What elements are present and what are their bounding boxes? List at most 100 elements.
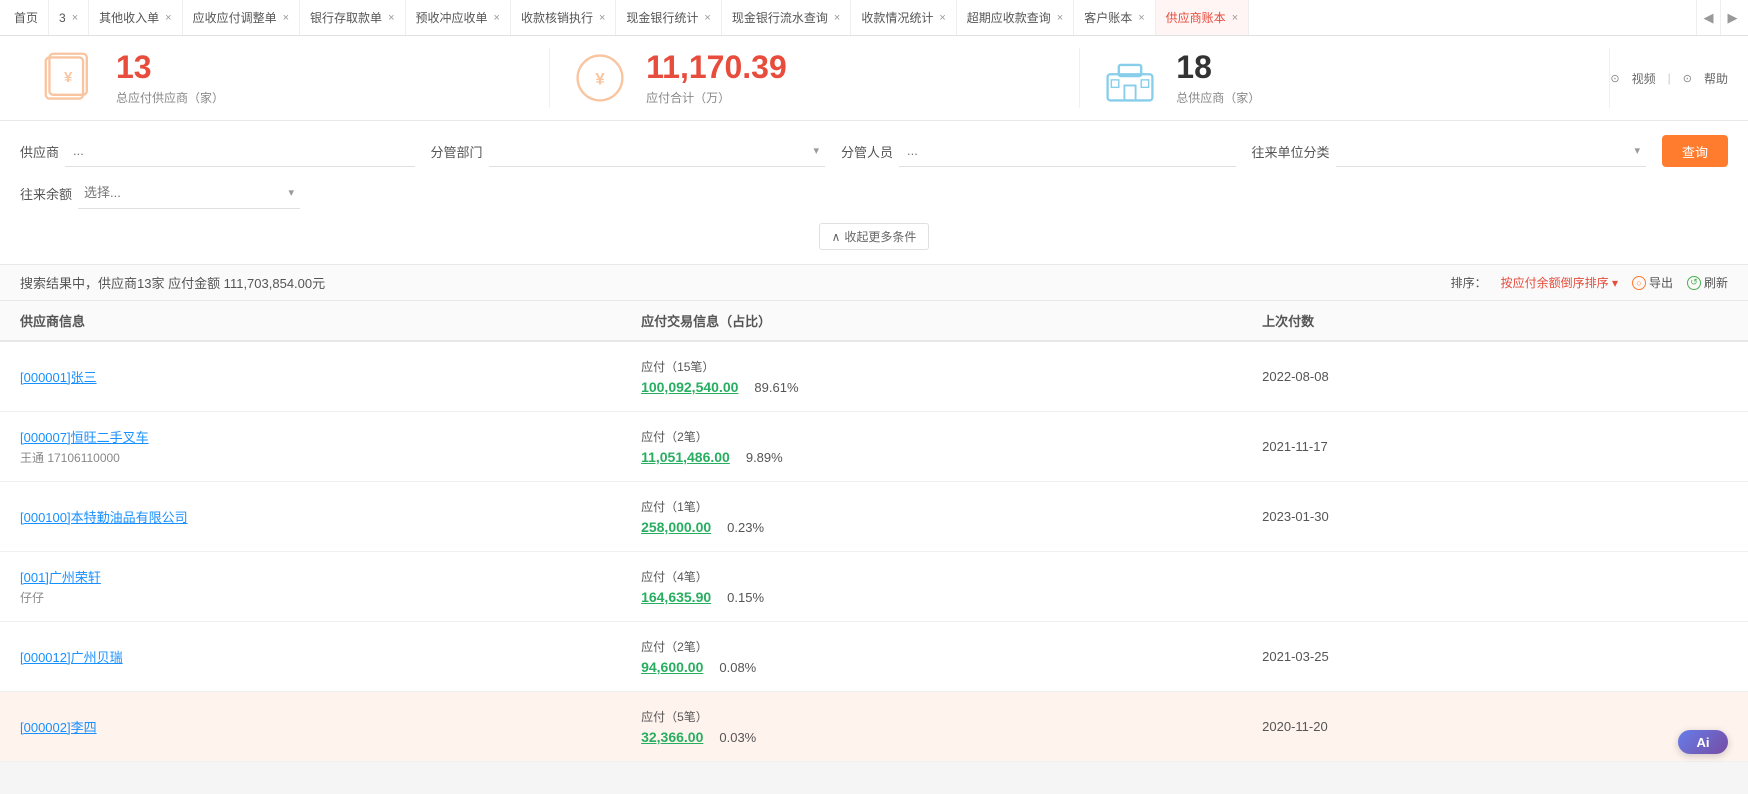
filter-input-category[interactable] — [1342, 143, 1635, 158]
supplier-info: [000012]广州贝瑞 — [20, 647, 641, 666]
close-icon[interactable]: × — [283, 12, 289, 24]
filter-input-supplier[interactable] — [65, 135, 414, 167]
payable-amount[interactable]: 94,600.00 — [641, 659, 703, 675]
chevron-down-icon: ▾ — [813, 144, 819, 157]
supplier-link[interactable]: [000007]恒旺二手叉车 — [20, 427, 641, 446]
stat-icon-suppliers — [1100, 48, 1160, 108]
payable-row: 11,051,486.00 9.89% — [641, 449, 1262, 465]
export-action[interactable]: ○ 导出 — [1632, 274, 1673, 291]
filter-select-balance[interactable]: ▾ — [78, 177, 300, 209]
supplier-sub: 王通 17106110000 — [20, 449, 641, 466]
supplier-link[interactable]: [000001]张三 — [20, 367, 641, 386]
stat-content-payable: 13 总应付供应商（家） — [116, 50, 529, 106]
payable-row: 94,600.00 0.08% — [641, 659, 1262, 675]
filter-input-dept[interactable] — [495, 143, 814, 158]
payable-amount[interactable]: 100,092,540.00 — [641, 379, 738, 395]
close-icon[interactable]: × — [388, 12, 394, 24]
close-icon[interactable]: × — [1138, 12, 1144, 24]
payable-amount[interactable]: 258,000.00 — [641, 519, 711, 535]
filter-input-person[interactable] — [899, 135, 1235, 167]
help-link[interactable]: 帮助 — [1704, 70, 1728, 87]
nav-arrow-left[interactable]: ◀ — [1696, 0, 1720, 36]
supplier-link[interactable]: [001]广州荣轩 — [20, 567, 641, 586]
chevron-up-icon: ∧ — [832, 230, 841, 244]
collapse-label: 收起更多条件 — [844, 228, 916, 245]
table-header: 供应商信息 应付交易信息（占比） 上次付数 — [0, 301, 1748, 342]
video-link[interactable]: 视频 — [1632, 70, 1656, 87]
filter-select-category[interactable]: ▾ — [1336, 135, 1646, 167]
supplier-link[interactable]: [000002]李四 — [20, 717, 641, 736]
filter-input-balance[interactable] — [84, 185, 288, 200]
payable-label: 应付（5笔） — [641, 708, 1262, 725]
query-button[interactable]: 查询 — [1662, 135, 1728, 167]
nav-tab-3-label: 3 — [59, 11, 66, 25]
filter-select-dept[interactable]: ▾ — [489, 135, 825, 167]
supplier-link[interactable]: [000012]广州贝瑞 — [20, 647, 641, 666]
nav-tab-bank-deposit[interactable]: 银行存取款单 × — [300, 0, 405, 36]
payable-info: 应付（5笔） 32,366.00 0.03% — [641, 708, 1262, 745]
payable-label: 应付（2笔） — [641, 428, 1262, 445]
close-icon[interactable]: × — [1057, 12, 1063, 24]
refresh-action[interactable]: ↺ 刷新 — [1687, 274, 1728, 291]
payable-pct: 0.23% — [727, 520, 764, 535]
sort-select[interactable]: 按应付余额倒序排序 ▾ — [1501, 274, 1618, 291]
close-icon[interactable]: × — [72, 12, 78, 24]
filter-area: 供应商 分管部门 ▾ 分管人员 往来单位分类 ▾ 查询 — [0, 121, 1748, 265]
nav-tab-supplier-account-label: 供应商账本 — [1166, 9, 1226, 26]
nav-tab-payable-adjust[interactable]: 应收应付调整单 × — [183, 0, 300, 36]
col-header-supplier: 供应商信息 — [20, 311, 641, 330]
nav-tab-supplier-account[interactable]: 供应商账本 × — [1156, 0, 1249, 36]
last-pay-date: 2020-11-20 — [1262, 719, 1728, 734]
nav-tab-other-income[interactable]: 其他收入单 × — [89, 0, 182, 36]
stat-item-payable-total: ¥ 11,170.39 应付合计（万） — [550, 48, 1080, 108]
nav-tab-cash-bank-stat[interactable]: 现金银行统计 × — [616, 0, 721, 36]
ai-label: Ai — [1697, 735, 1710, 750]
supplier-info: [000100]本特勤油品有限公司 — [20, 507, 641, 526]
nav-tab-collect-stat-label: 收款情况统计 — [861, 9, 933, 26]
nav-tab-collect-exec[interactable]: 收款核销执行 × — [511, 0, 616, 36]
supplier-info: [000001]张三 — [20, 367, 641, 386]
collapse-button[interactable]: ∧ 收起更多条件 — [819, 223, 930, 250]
last-pay-date: 2022-08-08 — [1262, 369, 1728, 384]
filter-label-category: 往来单位分类 — [1252, 142, 1330, 161]
stat-icon-payable: ¥ — [40, 48, 100, 108]
close-icon[interactable]: × — [494, 12, 500, 24]
payable-info: 应付（1笔） 258,000.00 0.23% — [641, 498, 1262, 535]
svg-text:¥: ¥ — [595, 69, 605, 88]
nav-arrow-right[interactable]: ▶ — [1720, 0, 1744, 36]
ai-button[interactable]: Ai — [1678, 730, 1728, 754]
chevron-down-icon: ▾ — [288, 186, 294, 199]
supplier-info: [000002]李四 — [20, 717, 641, 736]
nav-tab-cash-bank-flow[interactable]: 现金银行流水查询 × — [722, 0, 851, 36]
payable-label: 应付（2笔） — [641, 638, 1262, 655]
payable-amount[interactable]: 32,366.00 — [641, 729, 703, 745]
payable-label: 应付（15笔） — [641, 358, 1262, 375]
payable-amount[interactable]: 11,051,486.00 — [641, 449, 730, 465]
nav-tab-home[interactable]: 首页 — [4, 0, 49, 36]
close-icon[interactable]: × — [1232, 12, 1238, 24]
table-area: 供应商信息 应付交易信息（占比） 上次付数 [000001]张三 应付（15笔）… — [0, 301, 1748, 762]
table-row: [000012]广州贝瑞 应付（2笔） 94,600.00 0.08% 2021… — [0, 622, 1748, 692]
export-icon: ○ — [1632, 276, 1646, 290]
payable-amount[interactable]: 164,635.90 — [641, 589, 711, 605]
refresh-icon: ↺ — [1687, 276, 1701, 290]
close-icon[interactable]: × — [939, 12, 945, 24]
stat-item-payable-suppliers: ¥ 13 总应付供应商（家） — [20, 48, 550, 108]
filter-label-balance: 往来余额 — [20, 184, 72, 203]
table-body: [000001]张三 应付（15笔） 100,092,540.00 89.61%… — [0, 342, 1748, 762]
supplier-link[interactable]: [000100]本特勤油品有限公司 — [20, 507, 641, 526]
nav-arrows: ◀ ▶ — [1696, 0, 1744, 36]
nav-tab-overdue-collect[interactable]: 超期应收款查询 × — [957, 0, 1074, 36]
nav-tab-advance-collect[interactable]: 预收冲应收单 × — [406, 0, 511, 36]
payable-info: 应付（15笔） 100,092,540.00 89.61% — [641, 358, 1262, 395]
nav-tab-overdue-collect-label: 超期应收款查询 — [967, 9, 1051, 26]
nav-tab-customer-account[interactable]: 客户账本 × — [1074, 0, 1155, 36]
close-icon[interactable]: × — [599, 12, 605, 24]
stat-label-suppliers: 总供应商（家） — [1176, 89, 1589, 106]
nav-tab-collect-stat[interactable]: 收款情况统计 × — [851, 0, 956, 36]
close-icon[interactable]: × — [834, 12, 840, 24]
nav-tab-3[interactable]: 3 × — [49, 0, 89, 36]
close-icon[interactable]: × — [704, 12, 710, 24]
close-icon[interactable]: × — [165, 12, 171, 24]
table-row: [000002]李四 应付（5笔） 32,366.00 0.03% 2020-1… — [0, 692, 1748, 762]
